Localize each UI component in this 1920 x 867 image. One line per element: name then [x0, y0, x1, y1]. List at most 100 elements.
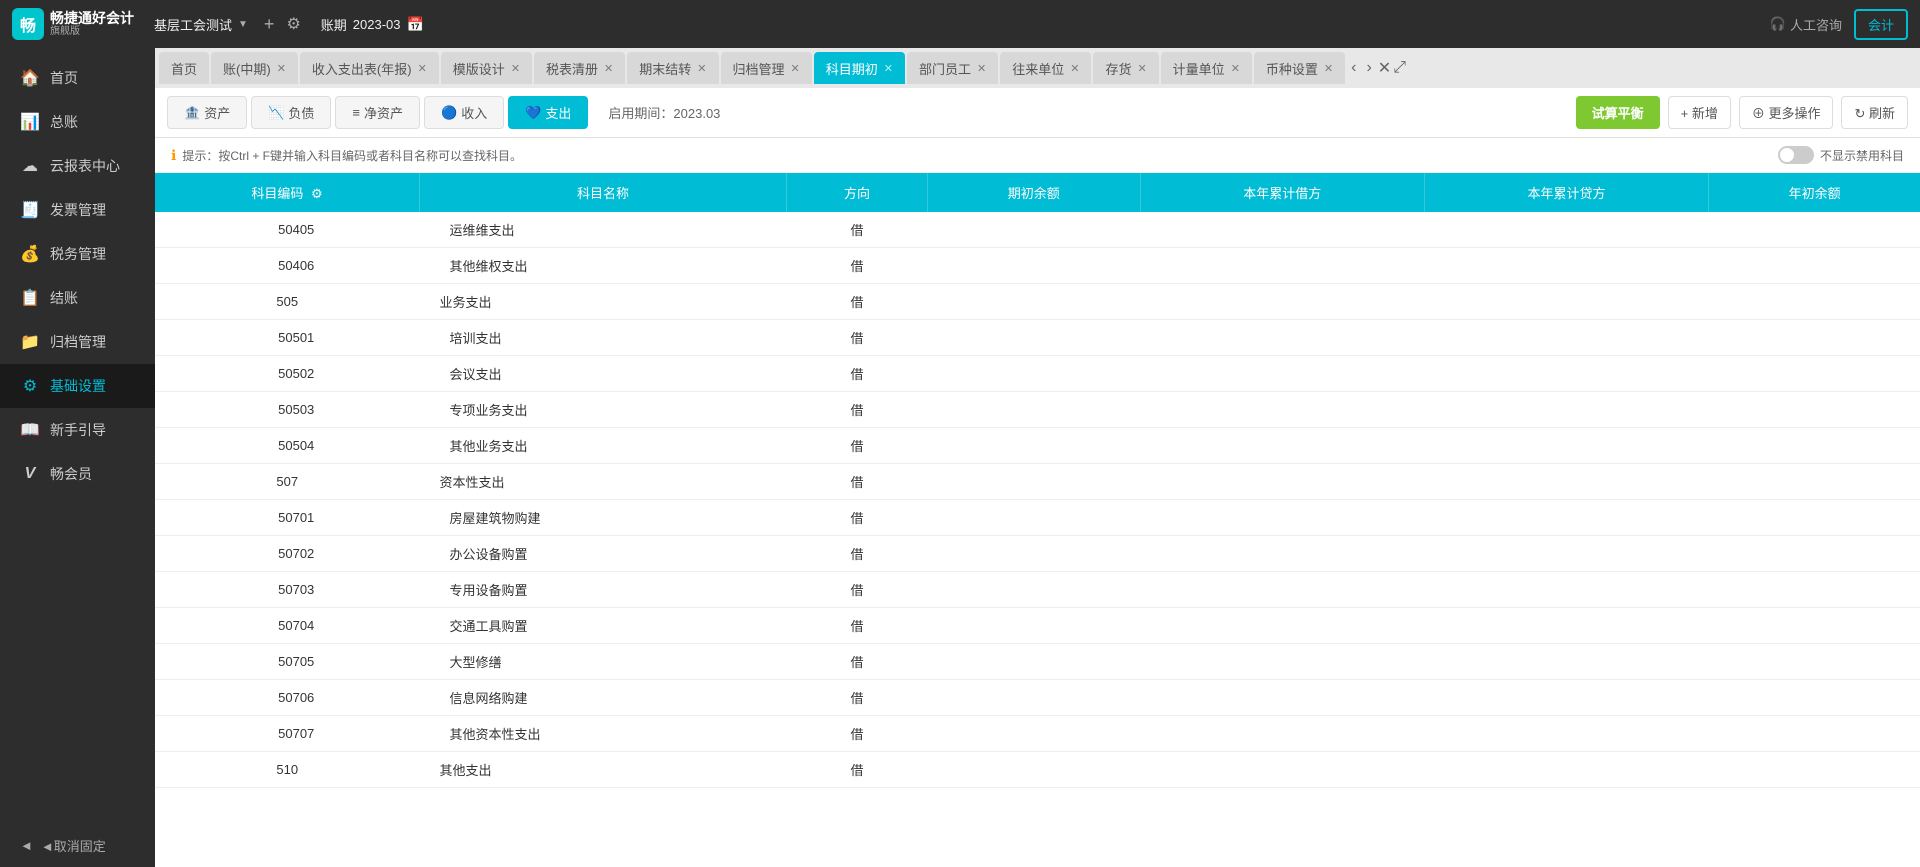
- table-row[interactable]: 50705大型修缮借: [155, 644, 1920, 680]
- table-row[interactable]: 510其他支出借: [155, 752, 1920, 788]
- cell-code: 50502: [155, 356, 419, 392]
- tab-period-close[interactable]: 期末结转 ✕: [627, 52, 718, 84]
- tab-partner-close[interactable]: ✕: [1070, 62, 1079, 75]
- tab-archive-close[interactable]: ✕: [791, 62, 800, 75]
- tab-annual-report[interactable]: 收入支出表(年报) ✕: [300, 52, 439, 84]
- more-button[interactable]: ⊕ 更多操作: [1739, 96, 1834, 129]
- tab-expand-button[interactable]: ⤢: [1393, 59, 1406, 77]
- table-row[interactable]: 50706信息网络购建借: [155, 680, 1920, 716]
- tab-dept[interactable]: 部门员工 ✕: [907, 52, 998, 84]
- sidebar-label-reports: 云报表中心: [50, 156, 120, 176]
- table-row[interactable]: 50701房屋建筑物购建借: [155, 500, 1920, 536]
- sidebar-collapse[interactable]: ◄ ◄取消固定: [0, 824, 155, 867]
- tab-archive[interactable]: 归档管理 ✕: [721, 52, 812, 84]
- sidebar-label-invoice: 发票管理: [50, 200, 106, 220]
- table-row[interactable]: 50702办公设备购置借: [155, 536, 1920, 572]
- table-row[interactable]: 50406其他维权支出借: [155, 248, 1920, 284]
- cell-name: 会议支出: [419, 356, 786, 392]
- home-icon: 🏠: [20, 68, 40, 88]
- tab-home-label: 首页: [171, 59, 197, 78]
- table-row[interactable]: 50504其他业务支出借: [155, 428, 1920, 464]
- tab-subject-init-close[interactable]: ✕: [884, 62, 893, 75]
- cell-direction: 借: [787, 572, 928, 608]
- sidebar-item-invoice[interactable]: 🧾 发票管理: [0, 188, 155, 232]
- service-button[interactable]: 🎧 人工咨询: [1770, 15, 1842, 34]
- cell-year-start-balance: [1709, 356, 1920, 392]
- tab-prev-button[interactable]: ‹: [1347, 59, 1360, 77]
- sidebar-item-ledger[interactable]: 📊 总账: [0, 100, 155, 144]
- cell-name: 办公设备购置: [419, 536, 786, 572]
- tab-template-label: 模版设计: [453, 59, 505, 78]
- tab-mid-report[interactable]: 账(中期) ✕: [211, 52, 298, 84]
- sub-tab-expense[interactable]: 💙 支出: [508, 96, 588, 129]
- cell-code: 510: [155, 752, 419, 788]
- table-container[interactable]: 科目编码 ⚙ 科目名称 方向 期初余额 本年累计借方 本年累计贷方 年初余额 5: [155, 173, 1920, 867]
- cell-ytd-debit: [1140, 464, 1424, 500]
- tab-currency[interactable]: 币种设置 ✕: [1254, 52, 1345, 84]
- add-project-button[interactable]: +: [264, 14, 275, 35]
- cell-ytd-debit: [1140, 536, 1424, 572]
- refresh-button[interactable]: ↻ 刷新: [1841, 96, 1908, 129]
- tab-unit-close[interactable]: ✕: [1231, 62, 1240, 75]
- tab-template[interactable]: 模版设计 ✕: [441, 52, 532, 84]
- cell-year-start-balance: [1709, 536, 1920, 572]
- tab-annual-report-close[interactable]: ✕: [418, 62, 427, 75]
- sidebar-item-archive[interactable]: 📁 归档管理: [0, 320, 155, 364]
- tab-inventory[interactable]: 存货 ✕: [1093, 52, 1158, 84]
- settings-icon[interactable]: ⚙: [286, 14, 300, 34]
- tab-template-close[interactable]: ✕: [511, 62, 520, 75]
- sidebar-item-member[interactable]: V 畅会员: [0, 452, 155, 496]
- sub-tab-liability[interactable]: 📉 负债: [251, 96, 331, 129]
- tab-unit[interactable]: 计量单位 ✕: [1161, 52, 1252, 84]
- cell-opening-balance: [927, 752, 1140, 788]
- sidebar-item-tax[interactable]: 💰 税务管理: [0, 232, 155, 276]
- cell-ytd-credit: [1424, 572, 1708, 608]
- disabled-toggle[interactable]: [1778, 146, 1814, 164]
- cell-year-start-balance: [1709, 320, 1920, 356]
- cell-opening-balance: [927, 464, 1140, 500]
- col-name: 科目名称: [419, 173, 786, 212]
- sub-tab-asset[interactable]: 🏦 资产: [167, 96, 247, 129]
- tab-dept-close[interactable]: ✕: [977, 62, 986, 75]
- sidebar-item-reports[interactable]: ☁ 云报表中心: [0, 144, 155, 188]
- table-row[interactable]: 507资本性支出借: [155, 464, 1920, 500]
- cell-opening-balance: [927, 212, 1140, 248]
- sub-tab-net-asset[interactable]: ≡ 净资产: [335, 96, 420, 129]
- sidebar-item-closing[interactable]: 📋 结账: [0, 276, 155, 320]
- sidebar-item-guide[interactable]: 📖 新手引导: [0, 408, 155, 452]
- add-button[interactable]: + 新增: [1668, 96, 1731, 129]
- sub-tab-income[interactable]: 🔵 收入: [424, 96, 504, 129]
- table-row[interactable]: 50405运维维支出借: [155, 212, 1920, 248]
- tab-currency-close[interactable]: ✕: [1324, 62, 1333, 75]
- cell-name: 房屋建筑物购建: [419, 500, 786, 536]
- project-selector[interactable]: 基层工会测试 ▼: [154, 15, 248, 34]
- tab-tax-list-close[interactable]: ✕: [604, 62, 613, 75]
- tab-subject-init[interactable]: 科目期初 ✕: [814, 52, 905, 84]
- project-chevron-icon: ▼: [238, 19, 248, 30]
- tab-tax-list[interactable]: 税表清册 ✕: [534, 52, 625, 84]
- balance-button[interactable]: 试算平衡: [1576, 96, 1660, 129]
- sidebar-item-home[interactable]: 🏠 首页: [0, 56, 155, 100]
- tab-close-all-button[interactable]: ✕: [1378, 58, 1391, 78]
- toggle-disabled-area[interactable]: 不显示禁用科目: [1778, 146, 1904, 164]
- cell-ytd-credit: [1424, 716, 1708, 752]
- sub-tab-bar: 🏦 资产 📉 负债 ≡ 净资产 🔵 收入 💙 支出: [155, 88, 1920, 138]
- table-row[interactable]: 50703专用设备购置借: [155, 572, 1920, 608]
- tab-inventory-close[interactable]: ✕: [1137, 62, 1146, 75]
- table-row[interactable]: 50503专项业务支出借: [155, 392, 1920, 428]
- table-row[interactable]: 505业务支出借: [155, 284, 1920, 320]
- table-row[interactable]: 50501培训支出借: [155, 320, 1920, 356]
- tab-partner[interactable]: 往来单位 ✕: [1000, 52, 1091, 84]
- tab-period-close-close[interactable]: ✕: [697, 62, 706, 75]
- sub-tab-actions: 试算平衡 + 新增 ⊕ 更多操作 ↻ 刷新: [1576, 96, 1908, 129]
- tab-home[interactable]: 首页: [159, 52, 209, 84]
- tab-mid-report-close[interactable]: ✕: [277, 62, 286, 75]
- sidebar-item-settings[interactable]: ⚙ 基础设置: [0, 364, 155, 408]
- account-button[interactable]: 会计: [1854, 9, 1908, 40]
- tab-next-button[interactable]: ›: [1362, 59, 1375, 77]
- table-row[interactable]: 50707其他资本性支出借: [155, 716, 1920, 752]
- table-row[interactable]: 50704交通工具购置借: [155, 608, 1920, 644]
- column-settings-icon[interactable]: ⚙: [311, 186, 323, 201]
- calendar-icon[interactable]: 📅: [407, 16, 424, 33]
- table-row[interactable]: 50502会议支出借: [155, 356, 1920, 392]
